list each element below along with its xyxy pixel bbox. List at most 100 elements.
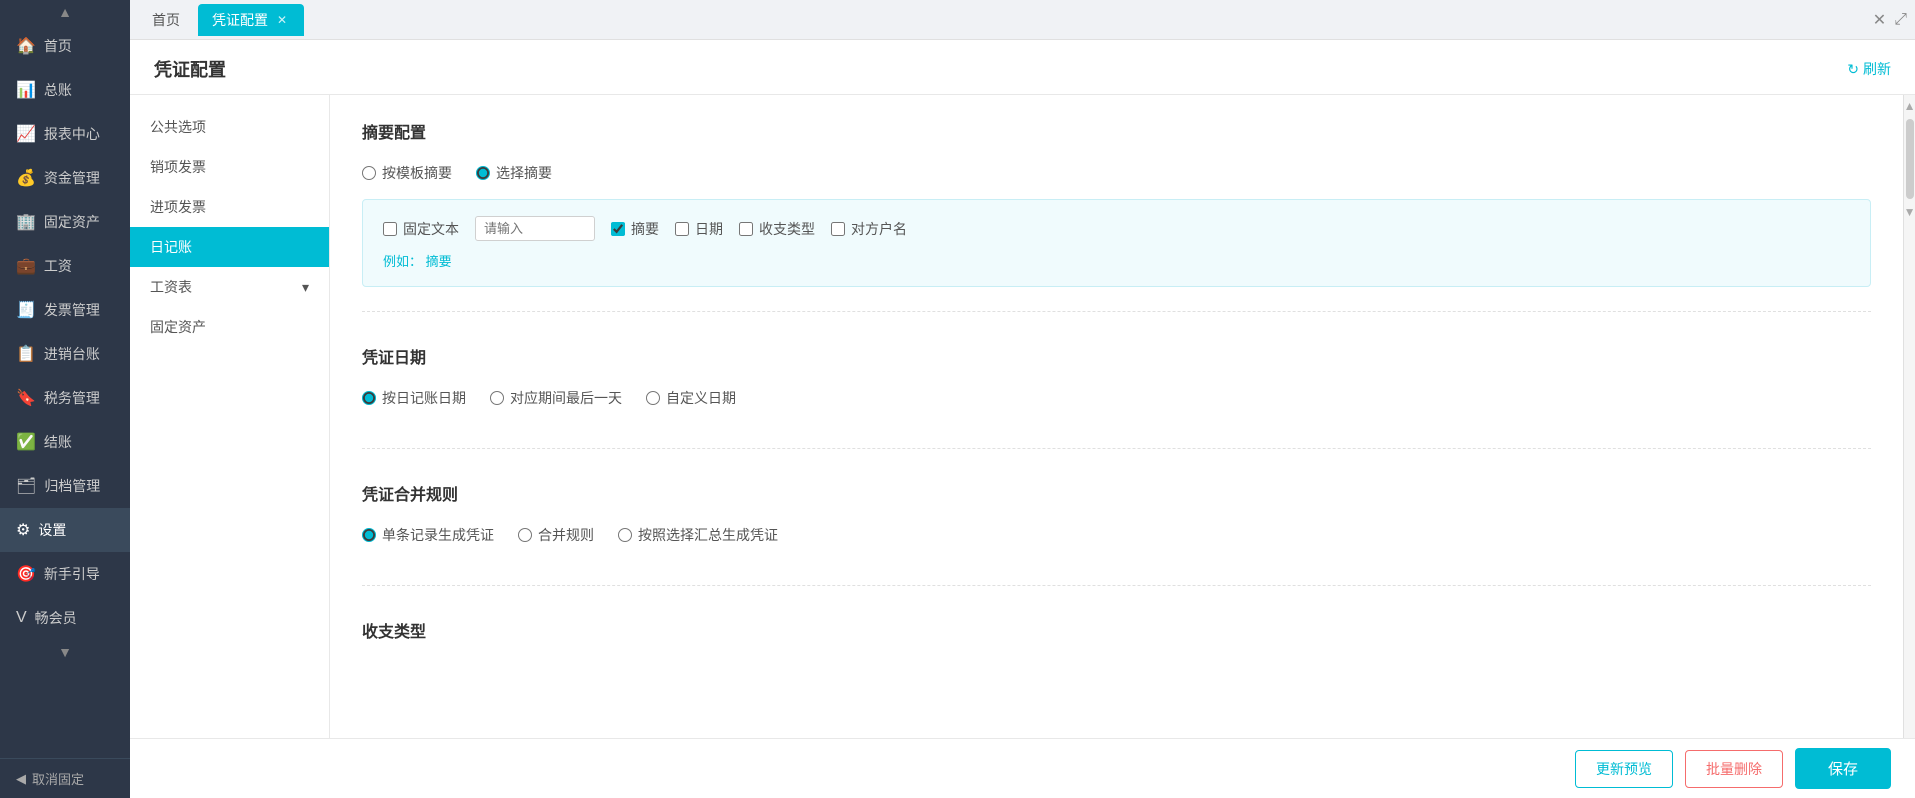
tab-voucher-config[interactable]: 凭证配置 ✕ [198,4,304,36]
checkbox-income-type-input[interactable] [739,222,753,236]
scroll-thumb[interactable] [1906,119,1914,199]
radio-single-record-input[interactable] [362,528,376,542]
radio-single-record[interactable]: 单条记录生成凭证 [362,525,494,545]
checkbox-income-type[interactable]: 收支类型 [739,219,815,239]
funds-icon: 💰 [16,168,36,188]
sidebar-item-assets[interactable]: 🏢 固定资产 [0,200,130,244]
save-button[interactable]: 保存 [1795,748,1891,789]
checkbox-counterpart-input[interactable] [831,222,845,236]
sidebar-item-home[interactable]: 🏠 首页 [0,24,130,68]
checkbox-date[interactable]: 日期 [675,219,723,239]
example-text: 例如： 摘要 [383,251,1850,270]
batch-delete-button[interactable]: 批量删除 [1685,750,1783,788]
checkbox-abstract-input[interactable] [611,222,625,236]
assets-icon: 🏢 [16,212,36,232]
radio-last-day-input[interactable] [490,391,504,405]
nav-sales-invoice[interactable]: 销项发票 [130,147,329,187]
nav-sales-label: 销项发票 [150,157,206,177]
window-controls: ✕ ⤢ [1873,10,1907,30]
sidebar-scroll-up[interactable]: ▲ [0,0,130,24]
radio-select-summary[interactable]: 按照选择汇总生成凭证 [618,525,778,545]
radio-merge-rule-input[interactable] [518,528,532,542]
nav-public[interactable]: 公共选项 [130,107,329,147]
tab-home[interactable]: 首页 [138,4,194,36]
sidebar-unpin-button[interactable]: ◀ 取消固定 [0,758,130,798]
left-nav: 公共选项 销项发票 进项发票 日记账 工资表 ▾ 固定资产 [130,95,330,738]
abstract-checkboxes-row: 固定文本 摘要 日期 [383,216,1850,241]
ledger2-icon: 📋 [16,344,36,364]
unpin-icon: ◀ [16,771,26,787]
refresh-button[interactable]: ↻ 刷新 [1847,59,1891,79]
radio-template-abstract[interactable]: 按模板摘要 [362,163,452,183]
income-type-section: 收支类型 [362,618,1871,686]
sidebar-item-guide[interactable]: 🎯 新手引导 [0,552,130,596]
sidebar-item-payroll[interactable]: 💼 工资 [0,244,130,288]
sidebar-label-tax: 税务管理 [44,388,100,408]
nav-payroll-table[interactable]: 工资表 ▾ [130,267,329,307]
merge-radio-group: 单条记录生成凭证 合并规则 按照选择汇总生成凭证 [362,525,1871,545]
nav-public-label: 公共选项 [150,117,206,137]
radio-template-abstract-input[interactable] [362,166,376,180]
nav-purchase-invoice[interactable]: 进项发票 [130,187,329,227]
chevron-down-icon: ▾ [302,279,309,296]
sidebar-item-settings[interactable]: ⚙ 设置 [0,508,130,552]
checkbox-fixed-text[interactable]: 固定文本 [383,219,459,239]
radio-custom-date-label: 自定义日期 [666,388,736,408]
radio-merge-rule-label: 合并规则 [538,525,594,545]
checkbox-abstract[interactable]: 摘要 [611,219,659,239]
payroll-icon: 💼 [16,256,36,276]
nav-fixed-assets[interactable]: 固定资产 [130,307,329,347]
invoice-mgmt-icon: 🧾 [16,300,36,320]
sidebar-item-close-accounts[interactable]: ✅ 结账 [0,420,130,464]
refresh-icon: ↻ [1847,61,1859,78]
date-section: 凭证日期 按日记账日期 对应期间最后一天 自定义日期 [362,344,1871,449]
window-resize-button[interactable]: ⤢ [1894,11,1907,29]
settings-icon: ⚙ [16,520,30,540]
refresh-label: 刷新 [1863,59,1891,79]
radio-by-journal-date[interactable]: 按日记账日期 [362,388,466,408]
example-prefix: 例如： [383,254,422,269]
sidebar-item-reports[interactable]: 📈 报表中心 [0,112,130,156]
sidebar-item-archive[interactable]: 🗂 归档管理 [0,464,130,508]
page-title: 凭证配置 [154,56,226,82]
date-title: 凭证日期 [362,344,1871,368]
radio-merge-rule[interactable]: 合并规则 [518,525,594,545]
scroll-up-arrow[interactable]: ▲ [1902,97,1915,115]
nav-journal[interactable]: 日记账 [130,227,329,267]
radio-last-day-label: 对应期间最后一天 [510,388,622,408]
sidebar-label-settings: 设置 [38,520,66,540]
sidebar-item-ledger2[interactable]: 📋 进销台账 [0,332,130,376]
checkbox-fixed-text-input[interactable] [383,222,397,236]
radio-custom-date-input[interactable] [646,391,660,405]
update-preview-button[interactable]: 更新预览 [1575,750,1673,788]
radio-custom-date[interactable]: 自定义日期 [646,388,736,408]
radio-select-abstract[interactable]: 选择摘要 [476,163,552,183]
radio-journal-date-input[interactable] [362,391,376,405]
checkbox-date-input[interactable] [675,222,689,236]
example-value: 摘要 [426,254,452,269]
radio-select-abstract-input[interactable] [476,166,490,180]
radio-select-summary-input[interactable] [618,528,632,542]
sidebar-item-ledger[interactable]: 📊 总账 [0,68,130,112]
tab-bar: 首页 凭证配置 ✕ ✕ ⤢ [130,0,1915,40]
sidebar-label-archive: 归档管理 [44,476,100,496]
sidebar-item-tax[interactable]: 🔖 税务管理 [0,376,130,420]
nav-fixed-assets-label: 固定资产 [150,317,206,337]
radio-last-day[interactable]: 对应期间最后一天 [490,388,622,408]
sidebar-item-invoice-mgmt[interactable]: 🧾 发票管理 [0,288,130,332]
scroll-down-arrow[interactable]: ▼ [1902,203,1915,221]
checkbox-counterpart[interactable]: 对方户名 [831,219,907,239]
sidebar-item-funds[interactable]: 💰 资金管理 [0,156,130,200]
nav-journal-label: 日记账 [150,237,192,257]
scrollbar[interactable]: ▲ ▼ [1903,95,1915,738]
tab-close-button[interactable]: ✕ [274,12,290,28]
checkbox-abstract-label: 摘要 [631,219,659,239]
checkbox-fixed-text-label: 固定文本 [403,219,459,239]
merge-title: 凭证合并规则 [362,481,1871,505]
window-close-button[interactable]: ✕ [1873,10,1886,30]
fixed-text-input[interactable] [475,216,595,241]
ledger-icon: 📊 [16,80,36,100]
sidebar-label-vip: 畅会员 [35,608,77,628]
sidebar-scroll-down[interactable]: ▼ [0,640,130,664]
sidebar-item-vip[interactable]: V 畅会员 [0,596,130,640]
